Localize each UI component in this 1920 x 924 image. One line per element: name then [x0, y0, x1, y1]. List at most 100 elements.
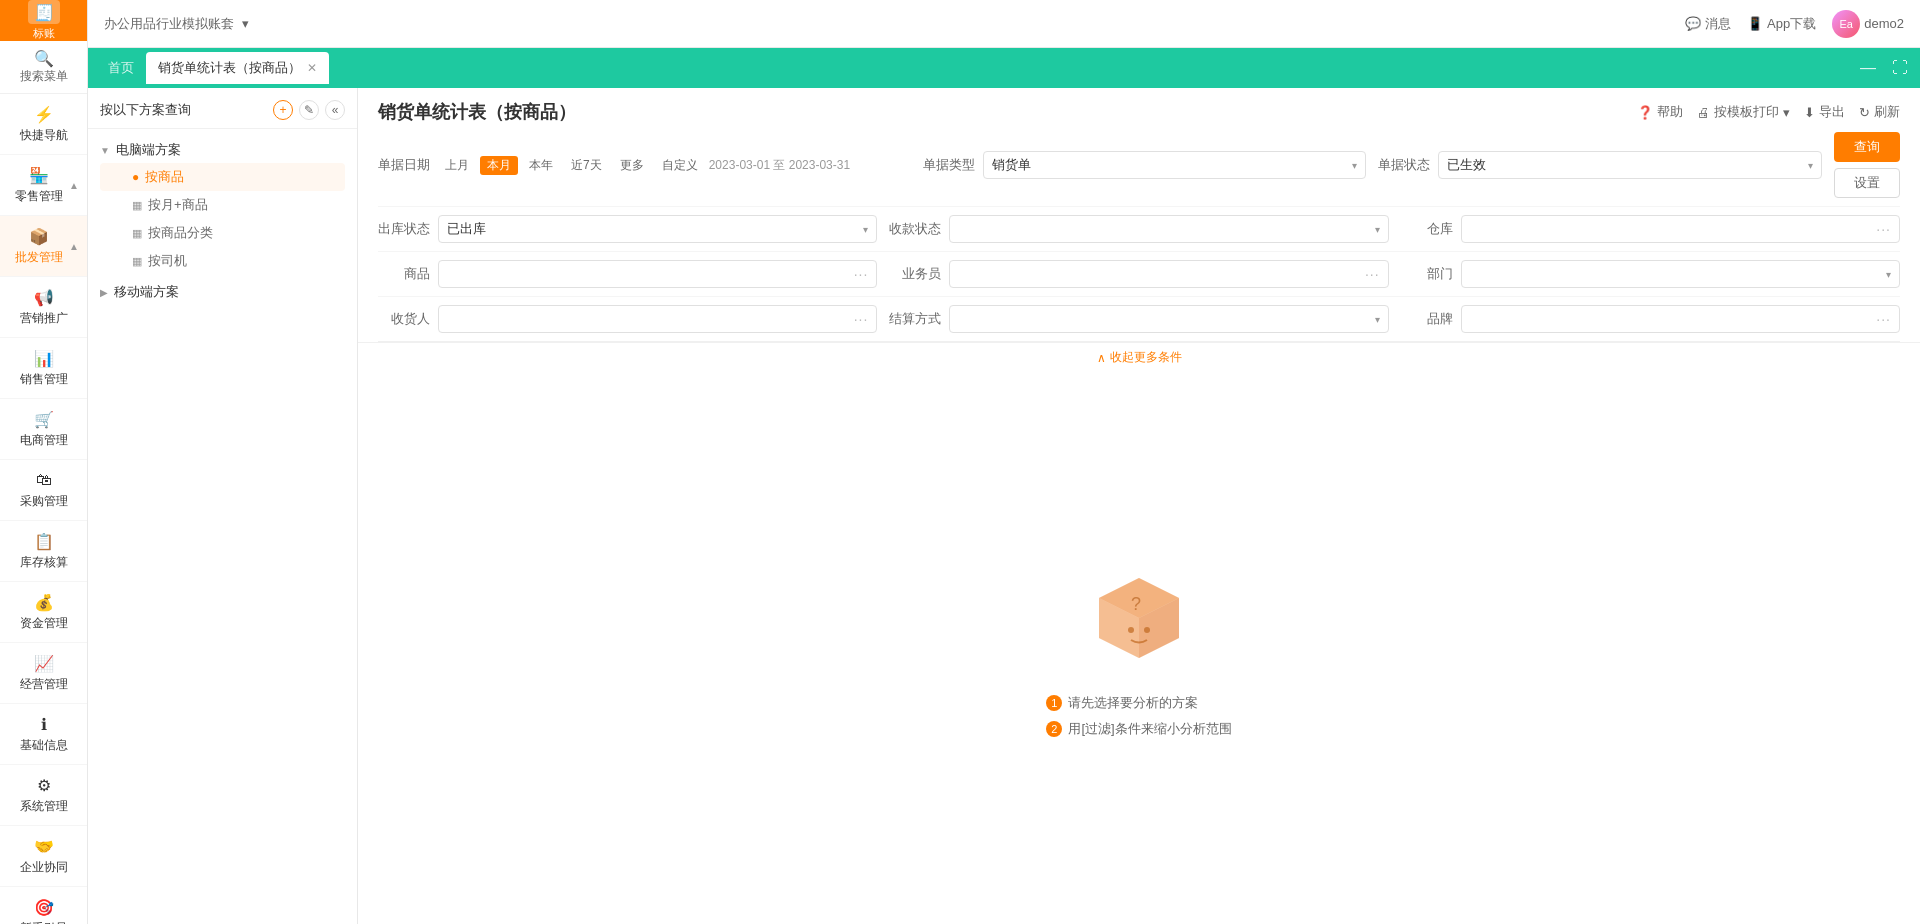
sidebar-item-wholesale[interactable]: 📦 批发管理 ▲ [0, 216, 87, 277]
receipt-status-input[interactable]: ▾ [949, 215, 1388, 243]
query-btn[interactable]: 查询 [1834, 132, 1900, 162]
doc-status-label: 单据状态 [1378, 156, 1430, 174]
sidebar-item-finance[interactable]: 💰 资金管理 [0, 582, 87, 643]
empty-tips: 1 请先选择要分析的方案 2 用[过滤]条件来缩小分析范围 [1046, 694, 1231, 738]
date-tab-prev-month[interactable]: 上月 [438, 156, 476, 175]
filter-receiver: 收货人 ··· [378, 305, 877, 333]
settlement-input[interactable]: ▾ [949, 305, 1388, 333]
tree-parent-pc-label: 电脑端方案 [116, 141, 181, 159]
sidebar-item-quicknav[interactable]: ⚡ 快捷导航 [0, 94, 87, 155]
tree-child-by-driver[interactable]: ▦ 按司机 [100, 247, 345, 275]
tree-child-by-product-label: 按商品 [145, 168, 184, 186]
filter-settlement: 结算方式 ▾ [889, 305, 1388, 333]
print-icon: 🖨 [1697, 105, 1710, 120]
sidebar-item-retail[interactable]: 🏪 零售管理 ▲ [0, 155, 87, 216]
content-area: 按以下方案查询 + ✎ « ▼ 电脑端方案 ● 按商品 ▦ [88, 88, 1920, 924]
date-tab-custom[interactable]: 自定义 [655, 156, 705, 175]
refresh-btn[interactable]: ↻ 刷新 [1859, 103, 1900, 121]
tree-child-by-month-product[interactable]: ▦ 按月+商品 [100, 191, 345, 219]
tab-home[interactable]: 首页 [96, 52, 146, 84]
tree-parent-mobile[interactable]: ▶ 移动端方案 [100, 279, 345, 305]
sidebar-item-newbie[interactable]: 🎯 新手引导 [0, 887, 87, 924]
refresh-icon: ↻ [1859, 105, 1870, 120]
date-range-display: 2023-03-01 至 2023-03-31 [709, 157, 850, 174]
avatar: Ea [1832, 10, 1860, 38]
user-profile[interactable]: Ea demo2 [1832, 10, 1904, 38]
doc-status-input[interactable]: 已生效 ▾ [1438, 151, 1822, 179]
brand-input[interactable]: ··· [1461, 305, 1900, 333]
tab-close-icon[interactable]: ✕ [307, 61, 317, 75]
workspace-selector[interactable]: 办公用品行业模拟账套 ▾ [104, 15, 249, 33]
tree-child-by-category[interactable]: ▦ 按商品分类 [100, 219, 345, 247]
message-btn[interactable]: 💬 消息 [1685, 15, 1731, 33]
workspace-label: 办公用品行业模拟账套 [104, 15, 234, 33]
tree-child-by-driver-label: 按司机 [148, 252, 187, 270]
sidebar-item-inventory[interactable]: 📋 库存核算 [0, 521, 87, 582]
help-btn[interactable]: ❓ 帮助 [1637, 103, 1683, 121]
collapse-panel-btn[interactable]: « [325, 100, 345, 120]
header-right: 💬 消息 📱 App下载 Ea demo2 [1685, 10, 1904, 38]
sidebar-item-basic[interactable]: ℹ 基础信息 [0, 704, 87, 765]
export-btn[interactable]: ⬇ 导出 [1804, 103, 1845, 121]
retail-icon: 🏪 [29, 165, 49, 185]
filter-doc-status: 单据状态 已生效 ▾ [1378, 151, 1822, 179]
help-icon: ❓ [1637, 105, 1653, 120]
doc-type-input[interactable]: 销货单 ▾ [983, 151, 1367, 179]
message-icon: 💬 [1685, 16, 1701, 31]
template-print-btn[interactable]: 🖨 按模板打印 ▾ [1697, 103, 1790, 121]
out-status-input[interactable]: 已出库 ▾ [438, 215, 877, 243]
sidebar-item-ecommerce[interactable]: 🛒 电商管理 [0, 399, 87, 460]
tree-expand-icon-pc: ▼ [100, 145, 110, 156]
salesperson-input[interactable]: ··· [949, 260, 1388, 288]
right-panel: 销货单统计表（按商品） ❓ 帮助 🖨 按模板打印 ▾ ⬇ 导出 [358, 88, 1920, 924]
tab-sales-stat-label: 销货单统计表（按商品） [158, 59, 301, 77]
download-icon: 📱 [1747, 16, 1763, 31]
doc-type-label: 单据类型 [923, 156, 975, 174]
workspace-dropdown-icon: ▾ [242, 16, 249, 31]
system-icon: ⚙ [34, 775, 54, 795]
child-icon-by-driver: ▦ [132, 255, 142, 268]
main-area: 办公用品行业模拟账套 ▾ 💬 消息 📱 App下载 Ea demo2 首页 销货… [88, 0, 1920, 924]
app-logo: 🧾 标账 [0, 0, 87, 41]
sidebar-item-purchase[interactable]: 🛍 采购管理 [0, 460, 87, 521]
sidebar-item-enterprise[interactable]: 🤝 企业协同 [0, 826, 87, 887]
add-scheme-btn[interactable]: + [273, 100, 293, 120]
svg-point-4 [1128, 627, 1134, 633]
product-label: 商品 [378, 265, 430, 283]
product-input[interactable]: ··· [438, 260, 877, 288]
department-input[interactable]: ▾ [1461, 260, 1900, 288]
tab-minimize-btn[interactable]: — [1856, 56, 1880, 80]
filter-out-status: 出库状态 已出库 ▾ [378, 215, 877, 243]
sidebar-item-sales[interactable]: 📊 销售管理 [0, 338, 87, 399]
sidebar-item-system[interactable]: ⚙ 系统管理 [0, 765, 87, 826]
department-arrow-icon: ▾ [1886, 269, 1891, 280]
date-tab-this-year[interactable]: 本年 [522, 156, 560, 175]
receipt-status-label: 收款状态 [889, 220, 941, 238]
tab-sales-stat[interactable]: 销货单统计表（按商品） ✕ [146, 52, 329, 84]
out-status-value: 已出库 [447, 220, 486, 238]
settings-btn[interactable]: 设置 [1834, 168, 1900, 198]
svg-text:?: ? [1131, 594, 1141, 614]
sidebar-item-operations[interactable]: 📈 经营管理 [0, 643, 87, 704]
empty-state-icon: ? [1079, 558, 1199, 678]
edit-scheme-btn[interactable]: ✎ [299, 100, 319, 120]
tab-maximize-btn[interactable]: ⛶ [1888, 56, 1912, 80]
app-download-btn[interactable]: 📱 App下载 [1747, 15, 1816, 33]
purchase-icon: 🛍 [34, 470, 54, 490]
left-panel: 按以下方案查询 + ✎ « ▼ 电脑端方案 ● 按商品 ▦ [88, 88, 358, 924]
tree-child-by-product[interactable]: ● 按商品 [100, 163, 345, 191]
date-tab-7days[interactable]: 近7天 [564, 156, 609, 175]
collapse-more-conditions-btn[interactable]: ∧ 收起更多条件 [358, 342, 1920, 372]
receiver-input[interactable]: ··· [438, 305, 877, 333]
left-panel-header: 按以下方案查询 + ✎ « [88, 88, 357, 129]
sidebar-item-search[interactable]: 🔍 搜索菜单 [0, 41, 87, 94]
date-tab-this-month[interactable]: 本月 [480, 156, 518, 175]
sidebar-item-marketing[interactable]: 📢 营销推广 [0, 277, 87, 338]
date-tab-more[interactable]: 更多 [613, 156, 651, 175]
child-icon-by-product: ● [132, 170, 139, 184]
warehouse-input[interactable]: ··· [1461, 215, 1900, 243]
empty-tip-2: 2 用[过滤]条件来缩小分析范围 [1046, 720, 1231, 738]
tree-parent-pc[interactable]: ▼ 电脑端方案 [100, 137, 345, 163]
wholesale-arrow-icon: ▲ [69, 241, 79, 252]
out-status-label: 出库状态 [378, 220, 430, 238]
